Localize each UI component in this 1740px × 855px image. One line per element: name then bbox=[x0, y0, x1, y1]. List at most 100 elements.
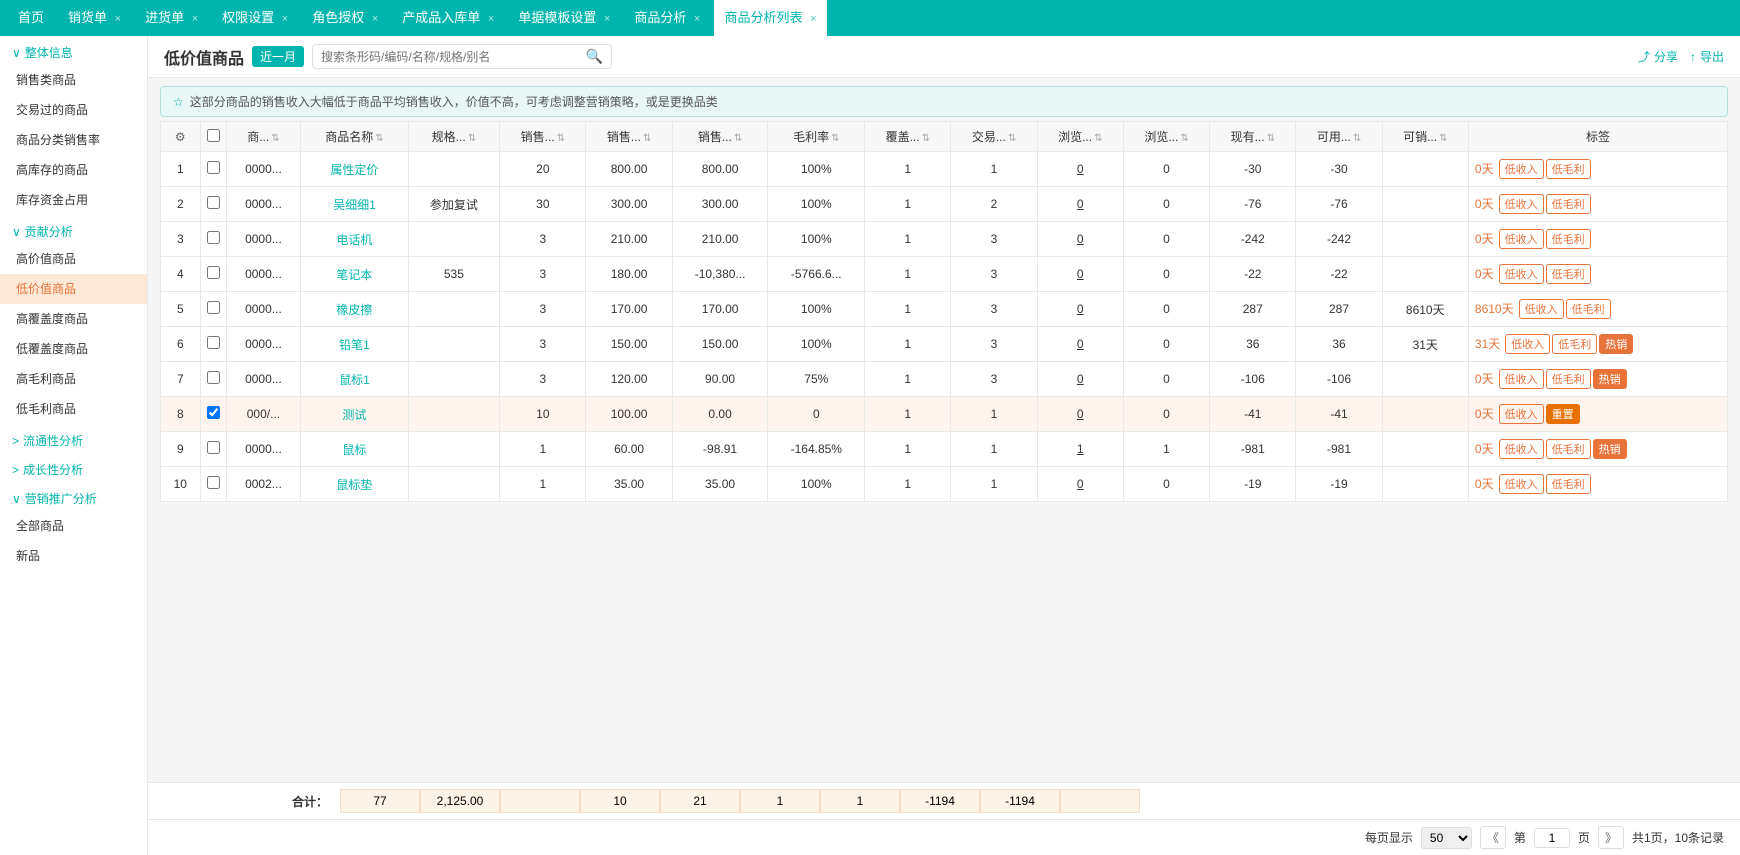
nav-template[interactable]: 单据模板设置 × bbox=[508, 0, 620, 36]
row-name[interactable]: 橡皮擦 bbox=[301, 292, 408, 327]
nav-permissions[interactable]: 权限设置 × bbox=[212, 0, 298, 36]
row-name[interactable]: 属性定价 bbox=[301, 152, 408, 187]
sidebar-item-high-coverage[interactable]: 高覆盖度商品 bbox=[0, 304, 147, 334]
row-name[interactable]: 电话机 bbox=[301, 222, 408, 257]
per-page-select[interactable]: 50 100 bbox=[1421, 827, 1472, 849]
sidebar-item-category-rate[interactable]: 商品分类销售率 bbox=[0, 125, 147, 155]
browse-link[interactable]: 0 bbox=[1077, 197, 1084, 211]
row-checkbox[interactable] bbox=[207, 476, 220, 489]
sidebar-item-low-coverage[interactable]: 低覆盖度商品 bbox=[0, 334, 147, 364]
row-name[interactable]: 鼠标1 bbox=[301, 362, 408, 397]
share-button[interactable]: ⤴ 分享 bbox=[1638, 48, 1678, 65]
row-browse1[interactable]: 0 bbox=[1037, 187, 1123, 222]
page-number-input[interactable] bbox=[1534, 828, 1570, 848]
first-page-button[interactable]: 《 bbox=[1480, 826, 1506, 849]
browse-link[interactable]: 0 bbox=[1077, 232, 1084, 246]
sidebar-group-marketing[interactable]: ∨ 营销推广分析 bbox=[0, 482, 147, 511]
row-checkbox[interactable] bbox=[207, 301, 220, 314]
col-checkbox[interactable] bbox=[200, 122, 226, 152]
next-page-button[interactable]: 》 bbox=[1598, 826, 1624, 849]
sidebar-item-all-goods[interactable]: 全部商品 bbox=[0, 511, 147, 541]
export-button[interactable]: ↑ 导出 bbox=[1690, 48, 1724, 65]
date-range-tag[interactable]: 近一月 bbox=[252, 46, 304, 67]
sidebar-item-high-margin[interactable]: 高毛利商品 bbox=[0, 364, 147, 394]
row-browse1[interactable]: 0 bbox=[1037, 327, 1123, 362]
close-icon[interactable]: × bbox=[282, 13, 288, 25]
sidebar-group-overall[interactable]: ∨ 整体信息 bbox=[0, 36, 147, 65]
sidebar-item-sales-goods[interactable]: 销售类商品 bbox=[0, 65, 147, 95]
nav-purchase[interactable]: 进货单 × bbox=[135, 0, 208, 36]
row-name[interactable]: 吴细细1 bbox=[301, 187, 408, 222]
sidebar-group-contribution[interactable]: ∨ 贡献分析 bbox=[0, 215, 147, 244]
nav-sales[interactable]: 销货单 × bbox=[58, 0, 131, 36]
browse-link[interactable]: 0 bbox=[1077, 267, 1084, 281]
browse-link[interactable]: 0 bbox=[1077, 337, 1084, 351]
sidebar-item-high-stock[interactable]: 高库存的商品 bbox=[0, 155, 147, 185]
search-icon[interactable]: 🔍 bbox=[586, 48, 603, 65]
row-checkbox[interactable] bbox=[207, 371, 220, 384]
nav-roles[interactable]: 角色授权 × bbox=[302, 0, 388, 36]
browse-link[interactable]: 0 bbox=[1077, 372, 1084, 386]
row-name[interactable]: 铅笔1 bbox=[301, 327, 408, 362]
sidebar-group-growth[interactable]: > 成长性分析 bbox=[0, 453, 147, 482]
sidebar-item-low-value[interactable]: 低价值商品 bbox=[0, 274, 147, 304]
row-browse1[interactable]: 0 bbox=[1037, 292, 1123, 327]
row-checkbox[interactable] bbox=[207, 196, 220, 209]
row-checkbox[interactable] bbox=[207, 266, 220, 279]
select-all-checkbox[interactable] bbox=[207, 129, 220, 142]
row-checkbox[interactable] bbox=[207, 231, 220, 244]
row-browse1[interactable]: 0 bbox=[1037, 222, 1123, 257]
row-browse1[interactable]: 0 bbox=[1037, 467, 1123, 502]
row-coverage: 1 bbox=[865, 187, 951, 222]
close-icon[interactable]: × bbox=[372, 13, 378, 25]
row-checkbox-cell[interactable] bbox=[200, 467, 226, 502]
row-checkbox[interactable] bbox=[207, 336, 220, 349]
row-browse1[interactable]: 0 bbox=[1037, 257, 1123, 292]
row-checkbox-cell[interactable] bbox=[200, 397, 226, 432]
col-settings[interactable]: ⚙ bbox=[161, 122, 201, 152]
search-input[interactable] bbox=[321, 50, 582, 64]
row-checkbox-cell[interactable] bbox=[200, 187, 226, 222]
sidebar-item-new-goods[interactable]: 新品 bbox=[0, 541, 147, 571]
row-checkbox[interactable] bbox=[207, 406, 220, 419]
row-browse1[interactable]: 0 bbox=[1037, 152, 1123, 187]
row-checkbox-cell[interactable] bbox=[200, 257, 226, 292]
sidebar-item-high-value[interactable]: 高价值商品 bbox=[0, 244, 147, 274]
close-icon[interactable]: × bbox=[604, 13, 610, 25]
row-browse2: 0 bbox=[1123, 467, 1209, 502]
row-checkbox-cell[interactable] bbox=[200, 327, 226, 362]
row-name[interactable]: 鼠标 bbox=[301, 432, 408, 467]
row-checkbox-cell[interactable] bbox=[200, 222, 226, 257]
browse-link[interactable]: 0 bbox=[1077, 162, 1084, 176]
row-name[interactable]: 测试 bbox=[301, 397, 408, 432]
browse-link[interactable]: 0 bbox=[1077, 477, 1084, 491]
row-checkbox[interactable] bbox=[207, 161, 220, 174]
row-checkbox-cell[interactable] bbox=[200, 362, 226, 397]
close-icon[interactable]: × bbox=[810, 13, 816, 25]
browse-link[interactable]: 0 bbox=[1077, 407, 1084, 421]
browse-link[interactable]: 1 bbox=[1077, 442, 1084, 456]
sidebar-item-stock-capital[interactable]: 库存资金占用 bbox=[0, 185, 147, 215]
row-checkbox-cell[interactable] bbox=[200, 152, 226, 187]
row-browse1[interactable]: 1 bbox=[1037, 432, 1123, 467]
sidebar-item-traded[interactable]: 交易过的商品 bbox=[0, 95, 147, 125]
nav-warehouse[interactable]: 产成品入库单 × bbox=[392, 0, 504, 36]
close-icon[interactable]: × bbox=[115, 13, 121, 25]
nav-product-analysis-list[interactable]: 商品分析列表 × bbox=[714, 0, 826, 36]
close-icon[interactable]: × bbox=[488, 13, 494, 25]
row-checkbox[interactable] bbox=[207, 441, 220, 454]
row-name[interactable]: 笔记本 bbox=[301, 257, 408, 292]
browse-link[interactable]: 0 bbox=[1077, 302, 1084, 316]
nav-product-analysis[interactable]: 商品分析 × bbox=[624, 0, 710, 36]
close-icon[interactable]: × bbox=[192, 13, 198, 25]
row-browse1[interactable]: 0 bbox=[1037, 362, 1123, 397]
row-browse1[interactable]: 0 bbox=[1037, 397, 1123, 432]
row-checkbox-cell[interactable] bbox=[200, 432, 226, 467]
sidebar-group-liquidity[interactable]: > 流通性分析 bbox=[0, 424, 147, 453]
sidebar-item-low-margin[interactable]: 低毛利商品 bbox=[0, 394, 147, 424]
row-coverage: 1 bbox=[865, 327, 951, 362]
row-name[interactable]: 鼠标垫 bbox=[301, 467, 408, 502]
row-checkbox-cell[interactable] bbox=[200, 292, 226, 327]
nav-home[interactable]: 首页 bbox=[8, 0, 54, 36]
close-icon[interactable]: × bbox=[694, 13, 700, 25]
